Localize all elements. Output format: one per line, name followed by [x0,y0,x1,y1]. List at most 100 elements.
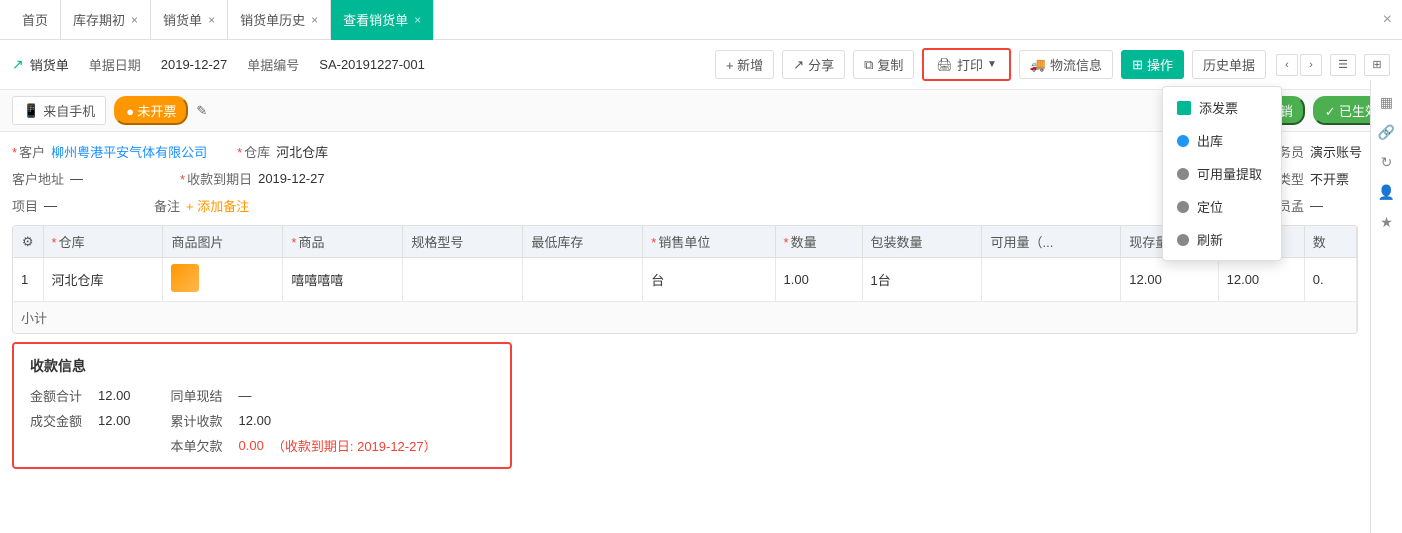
number-label: 单据编号 [247,55,299,74]
prev-arrow[interactable]: ‹ [1276,54,1298,76]
close-tab-history[interactable]: × [311,13,318,27]
outbound-icon [1177,135,1189,147]
row-min-stock [523,258,643,302]
check-icon-effective: ✓ [1325,104,1336,119]
date-value: 2019-12-27 [161,57,228,72]
copy-icon: ⧉ [864,57,873,73]
dropdown-refresh[interactable]: 刷新 [1163,223,1281,256]
copy-button[interactable]: ⧉ 复制 [853,50,914,79]
deal-amount-item: 成交金额 12.00 [30,411,131,430]
sidebar-user[interactable]: 👤 [1373,178,1401,206]
circle-icon-orange: ● [126,104,134,119]
phone-icon: 📱 [23,103,39,119]
close-tab-inventory[interactable]: × [131,13,138,27]
col-warehouse: *仓库 [43,226,163,258]
available-qty-label: 可用量提取 [1197,164,1262,183]
available-qty-icon [1177,168,1189,180]
row-warehouse: 河北仓库 [43,258,163,302]
arrears-item: 本单欠款 0.00 （收款到期日: 2019-12-27） [171,436,437,455]
doc-meta: 单据日期 2019-12-27 单据编号 SA-20191227-001 [89,55,715,74]
grid-view-btn[interactable]: ⊞ [1364,54,1390,76]
summary-title: 收款信息 [30,356,494,376]
table-row: 1 河北仓库 嘻嘻嘻嘻 台 1.00 1台 12.00 12.00 [13,258,1357,302]
col-sales-unit: *销售单位 [643,226,775,258]
col-min-stock: 最低库存 [523,226,643,258]
close-tab-view[interactable]: × [414,13,421,27]
row-sales-unit: 台 [643,258,775,302]
row-available [982,258,1121,302]
summary-rows: 金额合计 12.00 成交金额 12.00 同单现结 — 累计收款 [30,386,494,455]
row-quantity: 1.00 [775,258,862,302]
subtotal-label: 小计 [13,302,1357,334]
summary-col-right: 同单现结 — 累计收款 12.00 本单欠款 0.00 （收款到期日: 2019… [171,386,437,455]
note-field: 备注 + 添加备注 [154,196,266,215]
col-quantity: *数量 [775,226,862,258]
arrears-value: 0.00 [239,438,264,453]
row-pack-qty: 1台 [862,258,982,302]
row-product-img [163,258,283,302]
tab-home[interactable]: 首页 [10,0,61,40]
deal-amount-value: 12.00 [98,413,131,428]
sidebar-link[interactable]: 🔗 [1373,118,1401,146]
dropdown-add-invoice[interactable]: 添发票 [1163,91,1281,124]
customer-field: *客户 柳州粤港平安气体有限公司 [12,142,207,161]
tab-sales-order[interactable]: 销货单 × [151,0,228,40]
dropdown-available-qty[interactable]: 可用量提取 [1163,157,1281,190]
not-opened-btn[interactable]: ● 未开票 [114,96,188,125]
tab-view-sales[interactable]: 查看销货单 × [331,0,434,40]
print-icon: 🖨 [936,57,953,73]
row-spec [403,258,523,302]
edit-icon[interactable]: ✎ [196,103,207,119]
logistics-button[interactable]: 🚚 物流信息 [1019,50,1113,79]
table-header-row: ⚙ *仓库 商品图片 *商品 规格型号 最低库存 *销售单位 *数量 包装数量 … [13,226,1357,258]
print-button[interactable]: 🖨 打印 ▼ [926,51,1006,78]
project-field: 项目 — [12,196,124,215]
operate-button[interactable]: ⊞ 操作 [1121,50,1184,79]
add-button[interactable]: + 新增 [715,50,774,79]
sidebar-rotate[interactable]: ↻ [1373,148,1401,176]
note-add[interactable]: + 添加备注 [186,196,266,215]
from-phone-btn[interactable]: 📱 来自手机 [12,96,106,125]
address-field: 客户地址 — [12,169,150,188]
sidebar-star[interactable]: ★ [1373,208,1401,236]
sidebar-table-view[interactable]: ▦ [1373,88,1401,116]
close-tab-sales[interactable]: × [208,13,215,27]
close-all-tabs[interactable]: × [1383,11,1392,29]
dropdown-locate[interactable]: 定位 [1163,190,1281,223]
warehouse-field: *仓库 河北仓库 [237,142,356,161]
right-sidebar: ▦ 🔗 ↻ 👤 ★ ⤢ [1370,80,1402,533]
same-order-value: — [239,388,252,403]
col-pack-qty: 包装数量 [862,226,982,258]
row-unit-price: 12.00 [1218,258,1304,302]
dropdown-outbound[interactable]: 出库 [1163,124,1281,157]
col-spec: 规格型号 [403,226,523,258]
print-dropdown-arrow[interactable]: ▼ [987,59,997,70]
locate-icon [1177,201,1189,213]
customer-value[interactable]: 柳州粤港平安气体有限公司 [51,142,207,161]
summary-box: 收款信息 金额合计 12.00 成交金额 12.00 同单现结 [12,342,512,469]
print-highlight: 🖨 打印 ▼ [922,48,1010,81]
tab-sales-history[interactable]: 销货单历史 × [228,0,331,40]
operate-icon: ⊞ [1132,57,1143,73]
col-product-img: 商品图片 [163,226,283,258]
next-arrow[interactable]: › [1300,54,1322,76]
share-button[interactable]: ↗ 分享 [782,50,845,79]
list-view-btn[interactable]: ☰ [1330,54,1356,76]
project-value: — [44,198,124,213]
history-button[interactable]: 历史单据 [1192,50,1266,79]
row-amount: 0. [1304,258,1356,302]
payment-date-value: 2019-12-27 [258,171,338,186]
refresh-label: 刷新 [1197,230,1223,249]
add-invoice-label: 添发票 [1199,98,1238,117]
payment-date-field: *收款到期日 2019-12-27 [180,169,338,188]
col-amount: 数 [1304,226,1356,258]
summary-col-left: 金额合计 12.00 成交金额 12.00 [30,386,131,455]
cumulative-item: 累计收款 12.00 [171,411,437,430]
tab-inventory-init[interactable]: 库存期初 × [61,0,151,40]
row-product: 嘻嘻嘻嘻 [283,258,403,302]
doc-type-label: 销货单 [30,55,69,74]
col-product: *商品 [283,226,403,258]
logistics-icon: 🚚 [1030,57,1046,73]
locate-label: 定位 [1197,197,1223,216]
operate-dropdown: 添发票 出库 可用量提取 定位 刷新 [1162,86,1282,261]
